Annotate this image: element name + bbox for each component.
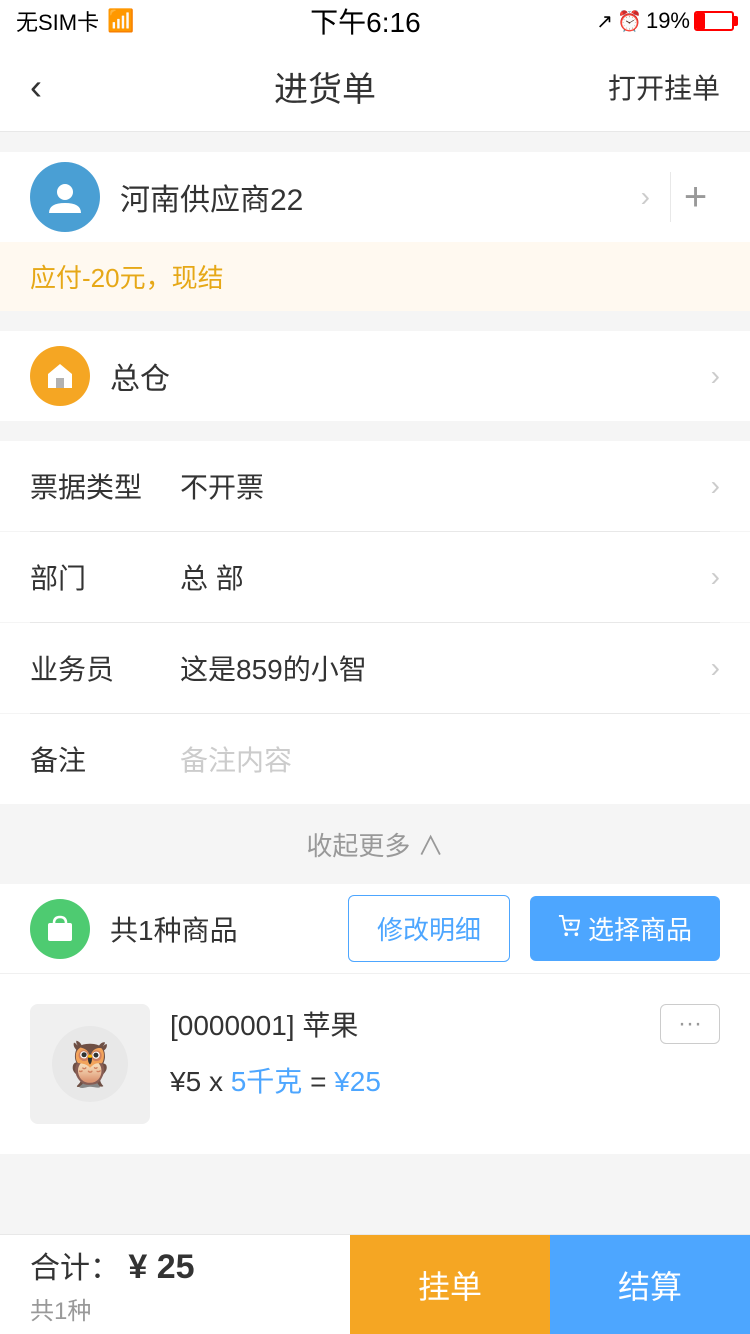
total-amount-label: 合计： ¥ 25 xyxy=(30,1243,320,1287)
product-info: [0000001] 苹果 ¥5 x 5千克 = ¥25 xyxy=(170,1004,640,1100)
product-total: ¥25 xyxy=(334,1066,381,1097)
nav-bar: ‹ 进货单 打开挂单 xyxy=(0,42,750,132)
battery-percent: 19% xyxy=(646,8,690,34)
product-more-button[interactable]: ··· xyxy=(660,1004,720,1044)
multiply-symbol: x xyxy=(209,1066,231,1097)
total-amount-value: ¥ 25 xyxy=(128,1248,194,1286)
payable-notice: 应付-20元，现结 xyxy=(0,242,750,311)
salesperson-chevron-icon: › xyxy=(711,652,720,684)
supplier-name: 河南供应商22 xyxy=(120,175,641,219)
supplier-chevron-icon: › xyxy=(641,181,650,213)
dept-label: 部门 xyxy=(30,557,170,597)
collapse-more-button[interactable]: 收起更多 ∧ xyxy=(0,804,750,884)
invoice-type-label: 票据类型 xyxy=(30,466,170,506)
select-product-button[interactable]: 选择商品 xyxy=(530,896,720,961)
product-item: 🦉 [0000001] 苹果 ¥5 x 5千克 = ¥25 ··· xyxy=(0,974,750,1154)
dept-value: 总 部 xyxy=(180,557,711,597)
bottom-bar: 合计： ¥ 25 共1种 挂单 结算 xyxy=(0,1234,750,1334)
supplier-add-button[interactable]: + xyxy=(670,172,720,222)
status-bar: 无SIM卡 📶 下午6:16 ↗ ⏰ 19% xyxy=(0,0,750,42)
location-icon: ↗ xyxy=(596,9,613,34)
cart-icon xyxy=(558,913,580,944)
salesperson-value: 这是859的小智 xyxy=(180,648,711,688)
divider-3 xyxy=(0,421,750,441)
products-count-label: 共1种商品 xyxy=(110,909,328,949)
product-title: 苹果 xyxy=(302,1010,358,1041)
product-price: ¥5 x 5千克 = ¥25 xyxy=(170,1060,640,1100)
back-button[interactable]: ‹ xyxy=(30,66,42,108)
product-qty: 5千克 xyxy=(231,1066,303,1097)
warehouse-name: 总仓 xyxy=(110,354,711,398)
invoice-chevron-icon: › xyxy=(711,470,720,502)
products-header: 共1种商品 修改明细 选择商品 xyxy=(0,884,750,974)
divider-1 xyxy=(0,132,750,152)
status-left: 无SIM卡 📶 xyxy=(16,5,135,37)
page-title: 进货单 xyxy=(274,62,376,111)
svg-text:🦉: 🦉 xyxy=(63,1040,118,1089)
remark-input[interactable]: 备注内容 xyxy=(180,739,720,779)
salesperson-label: 业务员 xyxy=(30,648,170,688)
status-time: 下午6:16 xyxy=(310,1,421,41)
more-icon: ··· xyxy=(678,1010,702,1038)
carrier-label: 无SIM卡 xyxy=(16,5,99,37)
supplier-row[interactable]: 河南供应商22 › + xyxy=(0,152,750,242)
salesperson-row[interactable]: 业务员 这是859的小智 › xyxy=(0,623,750,713)
edit-detail-button[interactable]: 修改明细 xyxy=(348,895,510,962)
equals-symbol: = xyxy=(310,1066,334,1097)
collapse-more-label: 收起更多 ∧ xyxy=(306,826,443,863)
status-right: ↗ ⏰ 19% xyxy=(596,8,734,34)
warehouse-icon xyxy=(30,346,90,406)
suspend-button[interactable]: 挂单 xyxy=(350,1235,550,1334)
product-code: [0000001] xyxy=(170,1010,295,1041)
alarm-icon: ⏰ xyxy=(617,9,642,34)
invoice-type-value: 不开票 xyxy=(180,466,711,506)
select-product-label: 选择商品 xyxy=(588,910,692,947)
warehouse-row[interactable]: 总仓 › xyxy=(0,331,750,421)
product-name: [0000001] 苹果 xyxy=(170,1004,640,1044)
supplier-avatar xyxy=(30,162,100,232)
price-unit: ¥5 xyxy=(170,1066,201,1097)
wifi-icon: 📶 xyxy=(107,8,134,34)
plus-icon: + xyxy=(684,175,707,220)
remark-row[interactable]: 备注 备注内容 xyxy=(0,714,750,804)
checkout-button[interactable]: 结算 xyxy=(550,1235,750,1334)
invoice-type-row[interactable]: 票据类型 不开票 › xyxy=(0,441,750,531)
total-section: 合计： ¥ 25 共1种 xyxy=(0,1243,350,1326)
total-count-label: 共1种 xyxy=(30,1291,320,1326)
remark-label: 备注 xyxy=(30,739,170,779)
divider-2 xyxy=(0,311,750,331)
dept-chevron-icon: › xyxy=(711,561,720,593)
battery-icon xyxy=(694,11,734,31)
department-row[interactable]: 部门 总 部 › xyxy=(0,532,750,622)
product-thumbnail: 🦉 xyxy=(30,1004,150,1124)
products-icon xyxy=(30,899,90,959)
open-pending-button[interactable]: 打开挂单 xyxy=(608,67,720,107)
warehouse-chevron-icon: › xyxy=(711,360,720,392)
total-label: 合计： xyxy=(30,1252,120,1285)
